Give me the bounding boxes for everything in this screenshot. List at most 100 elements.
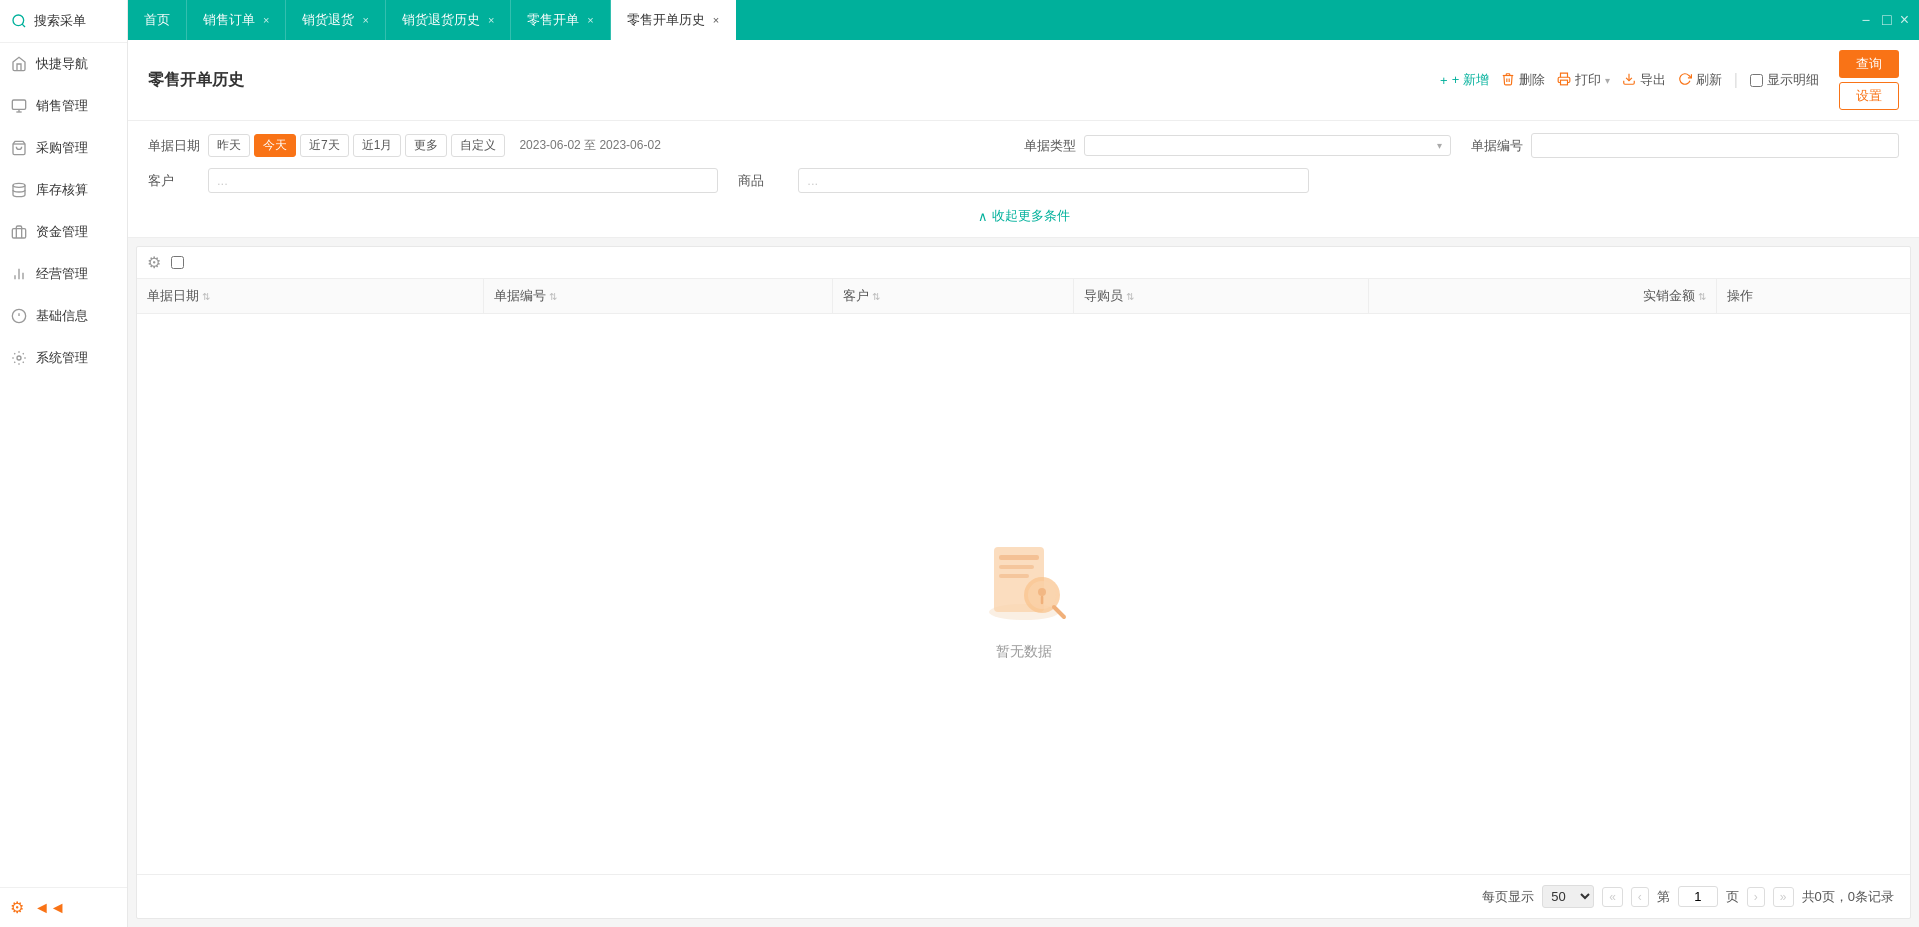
tab-bar: 首页 销售订单 × 销货退货 × 销货退货历史 × 零售开单 × 零售开单历史 …	[128, 0, 1919, 40]
tab-retail-open-close[interactable]: ×	[587, 14, 593, 26]
refresh-button[interactable]: 刷新	[1678, 71, 1722, 89]
col-customer-sort[interactable]: 客户 ⇅	[843, 287, 880, 305]
show-detail-checkbox[interactable]	[1750, 74, 1763, 87]
sidebar-item-inventory[interactable]: 库存核算	[0, 169, 127, 211]
pagination: 每页显示 50 100 200 « ‹ 第 页 › » 共0页，0条记录	[137, 874, 1910, 918]
tab-sales-order[interactable]: 销售订单 ×	[187, 0, 286, 40]
tab-home[interactable]: 首页	[128, 0, 187, 40]
sidebar-item-system[interactable]: 系统管理	[0, 337, 127, 379]
sidebar-item-basic-info[interactable]: 基础信息	[0, 295, 127, 337]
tab-bar-actions: － □ ×	[1848, 10, 1919, 31]
col-customer[interactable]: 客户 ⇅	[832, 279, 1073, 314]
date-btn-custom[interactable]: 自定义	[451, 134, 505, 157]
date-btn-today[interactable]: 今天	[254, 134, 296, 157]
tab-sales-return-close[interactable]: ×	[362, 14, 368, 26]
select-all-checkbox[interactable]	[171, 256, 184, 269]
tab-retail-open-history-label: 零售开单历史	[627, 11, 705, 29]
tab-retail-open[interactable]: 零售开单 ×	[511, 0, 610, 40]
collapse-button[interactable]: ∧ 收起更多条件	[978, 207, 1070, 225]
svg-rect-21	[999, 574, 1029, 578]
page-size-select[interactable]: 50 100 200	[1542, 885, 1594, 908]
toolbar-divider: |	[1734, 71, 1738, 89]
tab-retail-open-history-close[interactable]: ×	[713, 14, 719, 26]
filter-goods-col: 商品 ...	[738, 168, 1308, 193]
table-header: 单据日期 ⇅ 单据编号 ⇅ 客户	[137, 279, 1910, 314]
type-filter-label: 单据类型	[1024, 137, 1084, 155]
svg-point-6	[13, 183, 25, 187]
tab-sales-return-history-close[interactable]: ×	[488, 14, 494, 26]
tab-sales-order-close[interactable]: ×	[263, 14, 269, 26]
col-guide-label: 导购员	[1084, 287, 1123, 305]
sidebar-item-label: 库存核算	[36, 181, 88, 199]
col-guide-sort[interactable]: 导购员 ⇅	[1084, 287, 1134, 305]
export-label: 导出	[1640, 71, 1666, 89]
svg-point-0	[13, 15, 24, 26]
export-button[interactable]: 导出	[1622, 71, 1666, 89]
col-date-sort[interactable]: 单据日期 ⇅	[147, 287, 210, 305]
sidebar-item-purchase-mgmt[interactable]: 采购管理	[0, 127, 127, 169]
date-btn-7days[interactable]: 近7天	[300, 134, 349, 157]
filter-row-1: 单据日期 昨天 今天 近7天 近1月 更多 自定义 2023-06-02 至 2…	[148, 133, 1899, 158]
sidebar-item-operations[interactable]: 经营管理	[0, 253, 127, 295]
filter-row-2: 客户 ... 商品 ...	[148, 168, 1899, 193]
operations-icon	[10, 265, 28, 283]
col-date[interactable]: 单据日期 ⇅	[137, 279, 484, 314]
sidebar-item-sales-mgmt[interactable]: 销售管理	[0, 85, 127, 127]
customer-filter-select[interactable]: ...	[208, 168, 718, 193]
date-btn-more[interactable]: 更多	[405, 134, 447, 157]
filter-area: 单据日期 昨天 今天 近7天 近1月 更多 自定义 2023-06-02 至 2…	[128, 121, 1919, 238]
sidebar-item-finance[interactable]: 资金管理	[0, 211, 127, 253]
goods-filter-label: 商品	[738, 172, 798, 190]
page-total-info: 共0页，0条记录	[1802, 888, 1894, 906]
page-label: 页	[1726, 888, 1739, 906]
prev-page-button[interactable]: ‹	[1631, 887, 1649, 907]
show-detail-checkbox-label[interactable]: 显示明细	[1750, 71, 1819, 89]
settings-button[interactable]: 设置	[1839, 82, 1899, 110]
date-buttons: 昨天 今天 近7天 近1月 更多 自定义	[208, 134, 505, 157]
sidebar-item-label: 快捷导航	[36, 55, 88, 73]
col-amount-sort[interactable]: 实销金额 ⇅	[1643, 287, 1706, 305]
sidebar-item-quick-nav[interactable]: 快捷导航	[0, 43, 127, 85]
collapse-icon[interactable]: ◄◄	[34, 899, 66, 917]
first-page-button[interactable]: «	[1602, 887, 1623, 907]
inventory-icon	[10, 181, 28, 199]
purchase-icon	[10, 139, 28, 157]
number-filter-input[interactable]	[1531, 133, 1899, 158]
goods-filter-select[interactable]: ...	[798, 168, 1308, 193]
tab-retail-open-history[interactable]: 零售开单历史 ×	[611, 0, 736, 40]
col-number-sort-icon: ⇅	[549, 291, 557, 302]
tab-sales-return[interactable]: 销货退货 ×	[286, 0, 385, 40]
refresh-label: 刷新	[1696, 71, 1722, 89]
sidebar-item-label: 采购管理	[36, 139, 88, 157]
col-guide[interactable]: 导购员 ⇅	[1073, 279, 1368, 314]
sidebar-search-label: 搜索采单	[34, 12, 86, 30]
add-button[interactable]: + + 新增	[1440, 71, 1489, 89]
page-number-input[interactable]	[1678, 886, 1718, 907]
col-number[interactable]: 单据编号 ⇅	[484, 279, 833, 314]
settings-icon[interactable]: ⚙	[10, 898, 24, 917]
tab-sales-return-label: 销货退货	[302, 11, 354, 29]
date-filter-label: 单据日期	[148, 137, 208, 155]
delete-button[interactable]: 删除	[1501, 71, 1545, 89]
print-button[interactable]: 打印 ▾	[1557, 71, 1610, 89]
minimize-button[interactable]: －	[1858, 10, 1874, 31]
col-number-sort[interactable]: 单据编号 ⇅	[494, 287, 557, 305]
date-btn-1month[interactable]: 近1月	[353, 134, 402, 157]
sidebar-search[interactable]: 搜索采单	[0, 0, 127, 43]
tab-sales-return-history[interactable]: 销货退货历史 ×	[386, 0, 511, 40]
next-page-button[interactable]: ›	[1747, 887, 1765, 907]
col-amount[interactable]: 实销金额 ⇅	[1368, 279, 1717, 314]
last-page-button[interactable]: »	[1773, 887, 1794, 907]
sidebar-item-label: 销售管理	[36, 97, 88, 115]
type-select-arrow: ▾	[1437, 140, 1442, 151]
table-settings-icon[interactable]: ⚙	[147, 253, 161, 272]
date-btn-yesterday[interactable]: 昨天	[208, 134, 250, 157]
sidebar: 搜索采单 快捷导航 销售管理 采购管理 库存核算	[0, 0, 128, 927]
type-filter-select[interactable]: ▾	[1084, 135, 1452, 156]
system-icon	[10, 349, 28, 367]
maximize-button[interactable]: □	[1882, 11, 1892, 29]
query-button[interactable]: 查询	[1839, 50, 1899, 78]
search-icon	[10, 12, 28, 30]
close-window-button[interactable]: ×	[1900, 11, 1909, 29]
table-toolbar: ⚙	[137, 247, 1910, 279]
